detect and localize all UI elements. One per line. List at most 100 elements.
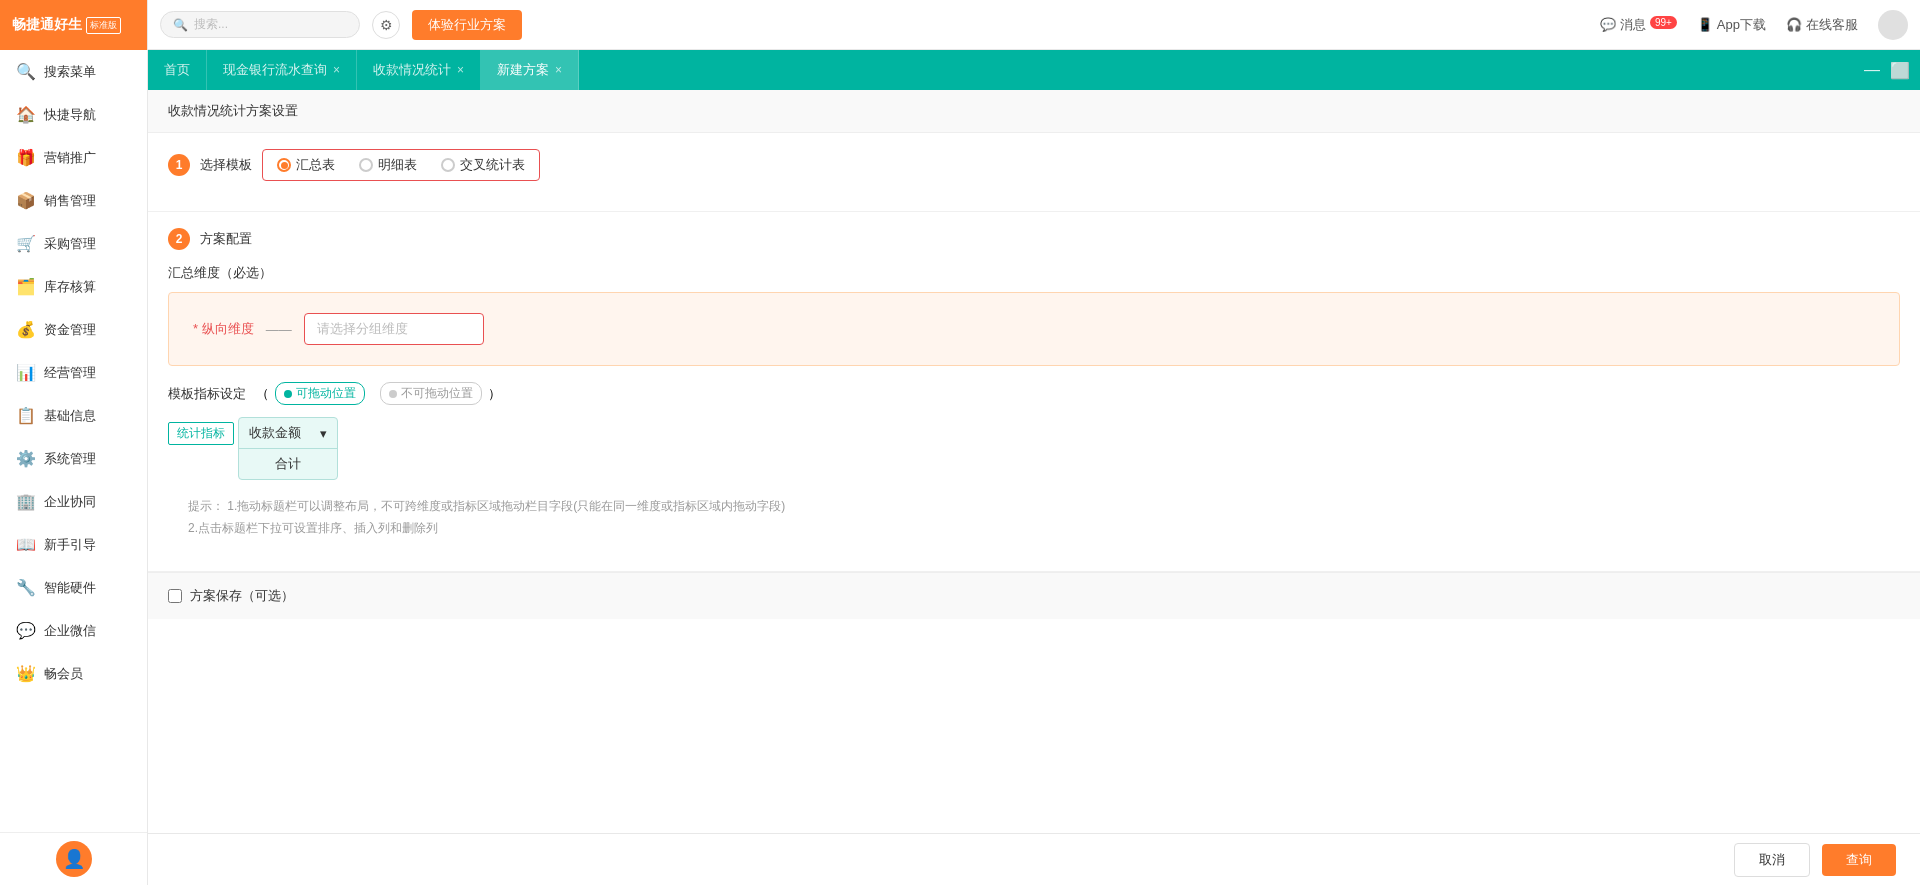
movable-tag: 可拖动位置 [275, 382, 365, 405]
tip-line1: 提示： 1.拖动标题栏可以调整布局，不可跨维度或指标区域拖动栏目字段(只能在同一… [188, 496, 1880, 518]
step1-num: 1 [168, 154, 190, 176]
sidebar-item-inventory[interactable]: 🗂️ 库存核算 [0, 265, 147, 308]
message-icon: 💬 [1600, 17, 1616, 32]
inventory-icon: 🗂️ [16, 277, 36, 296]
movable-tag-label: 可拖动位置 [296, 385, 356, 402]
tab-new-plan-close[interactable]: × [555, 63, 562, 77]
radio-summary-circle [277, 158, 291, 172]
sidebar-item-label: 搜索菜单 [44, 63, 96, 81]
step2-num: 2 [168, 228, 190, 250]
hardware-icon: 🔧 [16, 578, 36, 597]
sidebar-item-label: 快捷导航 [44, 106, 96, 124]
content-area: 收款情况统计方案设置 1 选择模板 汇总表 明细表 [148, 90, 1920, 885]
radio-cross-circle [441, 158, 455, 172]
message-badge: 99+ [1650, 16, 1677, 29]
tab-new-plan[interactable]: 新建方案 × [481, 50, 579, 90]
indicator-header: 模板指标设定 （ 可拖动位置 不可拖动位置 ） [168, 382, 1900, 405]
sidebar-item-label: 新手引导 [44, 536, 96, 554]
box-icon: 📦 [16, 191, 36, 210]
step2-section: 2 方案配置 汇总维度（必选） * 纵向维度 —— 请选择分组维度 [148, 212, 1920, 572]
radio-cross[interactable]: 交叉统计表 [441, 156, 525, 174]
topbar: 🔍 搜索... ⚙ 体验行业方案 💬 消息 99+ 📱 App下载 🎧 在线客服 [148, 0, 1920, 50]
stat-card-header[interactable]: 收款金额 ▾ [239, 418, 337, 449]
sidebar-item-label: 营销推广 [44, 149, 96, 167]
trial-btn[interactable]: 体验行业方案 [412, 10, 522, 40]
stat-section-label: 统计指标 [168, 422, 234, 445]
sidebar-item-label: 采购管理 [44, 235, 96, 253]
tip-line2: 2.点击标题栏下拉可设置排序、插入列和删除列 [188, 518, 1880, 540]
dimension-title: 汇总维度（必选） [168, 264, 1900, 282]
search-icon: 🔍 [16, 62, 36, 81]
download-icon: 📱 [1697, 17, 1713, 32]
topbar-gear-btn[interactable]: ⚙ [372, 11, 400, 39]
not-movable-dot [389, 390, 397, 398]
radio-summary[interactable]: 汇总表 [277, 156, 335, 174]
sidebar-logo: 畅捷通好生 标准版 [0, 0, 147, 50]
tab-collection-stat[interactable]: 收款情况统计 × [357, 50, 481, 90]
step1-label: 选择模板 [200, 156, 252, 174]
sidebar: 畅捷通好生 标准版 🔍 搜索菜单 🏠 快捷导航 🎁 营销推广 📦 销售管理 🛒 … [0, 0, 148, 885]
tabs-minimize-btn[interactable]: — [1864, 61, 1880, 79]
sidebar-item-operations[interactable]: 📊 经营管理 [0, 351, 147, 394]
sidebar-item-sales[interactable]: 📦 销售管理 [0, 179, 147, 222]
message-label: 消息 [1620, 16, 1646, 34]
not-movable-tag-label: 不可拖动位置 [401, 385, 473, 402]
sidebar-item-label: 智能硬件 [44, 579, 96, 597]
page-title: 收款情况统计方案设置 [148, 90, 1920, 133]
message-btn[interactable]: 💬 消息 99+ [1600, 16, 1677, 34]
sidebar-item-guide[interactable]: 📖 新手引导 [0, 523, 147, 566]
stat-card-body: 合计 [239, 449, 337, 479]
radio-detail-label: 明细表 [378, 156, 417, 174]
sidebar-item-label: 企业协同 [44, 493, 96, 511]
step1-section: 1 选择模板 汇总表 明细表 交叉统计表 [148, 133, 1920, 212]
main-area: 🔍 搜索... ⚙ 体验行业方案 💬 消息 99+ 📱 App下载 🎧 在线客服 [148, 0, 1920, 885]
tab-bank-flow-close[interactable]: × [333, 63, 340, 77]
crown-icon: 👑 [16, 664, 36, 683]
tab-home[interactable]: 首页 [148, 50, 207, 90]
sidebar-item-system[interactable]: ⚙️ 系统管理 [0, 437, 147, 480]
tabs-actions: — ⬜ [1854, 50, 1920, 90]
download-btn[interactable]: 📱 App下载 [1697, 16, 1766, 34]
tab-collection-stat-label: 收款情况统计 [373, 61, 451, 79]
sidebar-item-marketing[interactable]: 🎁 营销推广 [0, 136, 147, 179]
vertical-dim-label: * 纵向维度 [193, 320, 254, 338]
stat-card-header-text: 收款金额 [249, 424, 301, 442]
sidebar-item-quick-nav[interactable]: 🏠 快捷导航 [0, 93, 147, 136]
stat-card: 收款金额 ▾ 合计 [238, 417, 338, 480]
stat-card-dropdown-icon[interactable]: ▾ [320, 426, 327, 441]
save-label: 方案保存（可选） [190, 587, 294, 605]
sidebar-item-enterprise[interactable]: 🏢 企业协同 [0, 480, 147, 523]
query-button[interactable]: 查询 [1822, 844, 1896, 876]
book-icon: 📖 [16, 535, 36, 554]
indicator-title: 模板指标设定 [168, 385, 246, 403]
footer-bar: 取消 查询 [148, 833, 1920, 885]
sidebar-item-search-menu[interactable]: 🔍 搜索菜单 [0, 50, 147, 93]
cancel-button[interactable]: 取消 [1734, 843, 1810, 877]
save-checkbox[interactable] [168, 589, 182, 603]
dim-arrow: —— [266, 322, 292, 337]
radio-detail[interactable]: 明细表 [359, 156, 417, 174]
radio-summary-label: 汇总表 [296, 156, 335, 174]
clipboard-icon: 📋 [16, 406, 36, 425]
dim-select[interactable]: 请选择分组维度 [304, 313, 484, 345]
sidebar-item-finance[interactable]: 💰 资金管理 [0, 308, 147, 351]
sidebar-item-basic-info[interactable]: 📋 基础信息 [0, 394, 147, 437]
building-icon: 🏢 [16, 492, 36, 511]
tab-bank-flow[interactable]: 现金银行流水查询 × [207, 50, 357, 90]
topbar-search[interactable]: 🔍 搜索... [160, 11, 360, 38]
sidebar-item-wechat[interactable]: 💬 企业微信 [0, 609, 147, 652]
sidebar-user-btn[interactable]: 👤 [56, 841, 92, 877]
tabs-maximize-btn[interactable]: ⬜ [1890, 61, 1910, 80]
tab-collection-stat-close[interactable]: × [457, 63, 464, 77]
gift-icon: 🎁 [16, 148, 36, 167]
service-btn[interactable]: 🎧 在线客服 [1786, 16, 1858, 34]
template-radio-group: 汇总表 明细表 交叉统计表 [262, 149, 540, 181]
user-avatar[interactable] [1878, 10, 1908, 40]
sidebar-item-label: 系统管理 [44, 450, 96, 468]
sidebar-item-purchase[interactable]: 🛒 采购管理 [0, 222, 147, 265]
sidebar-bottom: 👤 [0, 832, 147, 885]
sidebar-item-label: 畅会员 [44, 665, 83, 683]
sidebar-item-member[interactable]: 👑 畅会员 [0, 652, 147, 695]
sidebar-item-smart-hw[interactable]: 🔧 智能硬件 [0, 566, 147, 609]
step2-header: 2 方案配置 [168, 228, 1900, 250]
